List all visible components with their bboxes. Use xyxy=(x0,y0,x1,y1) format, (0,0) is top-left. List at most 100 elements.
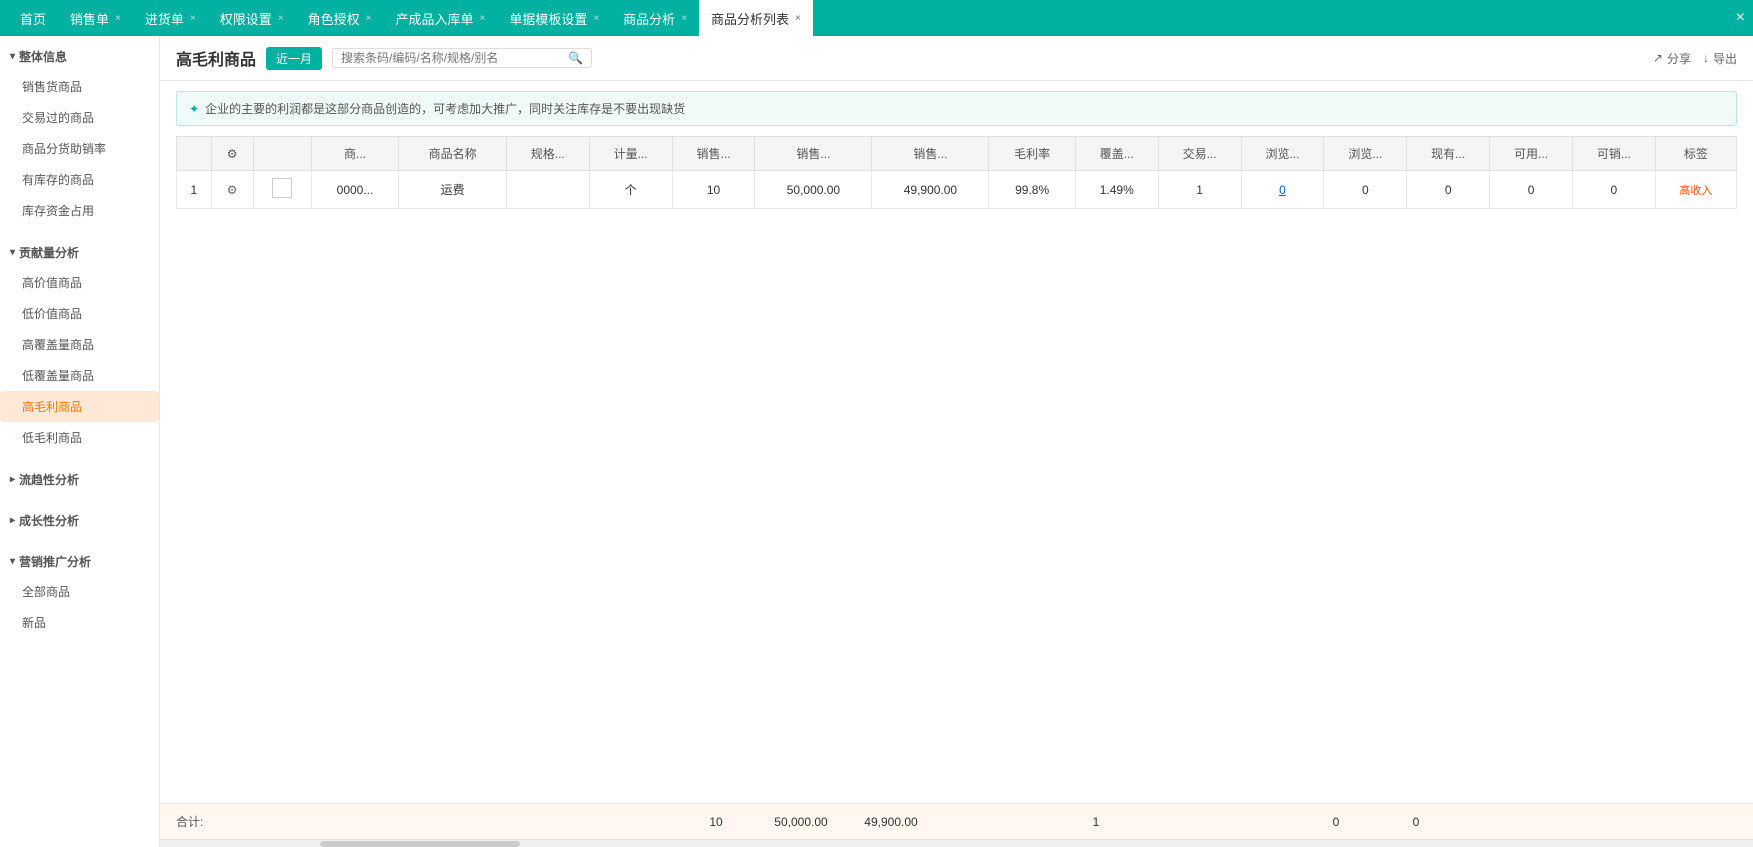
col-sort-name[interactable]: 商品名称 xyxy=(429,145,477,162)
cell-sales_qty: 10 xyxy=(672,171,755,209)
share-button[interactable]: ↗ 分享 xyxy=(1653,50,1691,67)
col-sort-browse1[interactable]: 浏览... xyxy=(1265,145,1299,162)
row-checkbox[interactable] xyxy=(272,178,292,198)
header-actions: ↗ 分享 ↓ 导出 xyxy=(1653,50,1737,67)
nav-tab-进货单[interactable]: 进货单× xyxy=(133,0,208,36)
footer-cells: 10 50,000.00 49,900.00 1 0 0 xyxy=(256,815,1737,829)
col-sort-sales_profit[interactable]: 销售... xyxy=(913,145,947,162)
nav-tab-close-商品分析列表[interactable]: × xyxy=(795,13,801,24)
nav-tab-单据模板设置[interactable]: 单据模板设置× xyxy=(497,0,611,36)
sidebar-item-低毛利商品[interactable]: 低毛利商品 xyxy=(0,422,159,453)
col-sort-coverage[interactable]: 覆盖... xyxy=(1100,145,1134,162)
bottom-scrollbar[interactable] xyxy=(160,839,1753,847)
sidebar-group-成长性分析: ▸成长性分析 xyxy=(0,500,159,541)
cell-unit: 个 xyxy=(589,171,672,209)
cell-settings[interactable]: ⚙ xyxy=(211,171,253,209)
sidebar-group-label: 营销推广分析 xyxy=(19,553,91,570)
col-sort-code[interactable]: 商... xyxy=(344,145,366,162)
sidebar-group-整体信息: ▾整体信息销售货商品交易过的商品商品分货助销率有库存的商品库存资金占用 xyxy=(0,36,159,232)
col-header-unit: 计量... xyxy=(589,137,672,171)
col-header-sales_amount: 销售... xyxy=(755,137,872,171)
nav-tab-close-销售单[interactable]: × xyxy=(115,13,121,24)
total-label: 合计: xyxy=(176,813,256,830)
search-input[interactable] xyxy=(341,51,568,65)
chevron-right-icon: ▸ xyxy=(10,474,15,485)
footer-trade: 1 xyxy=(1056,815,1136,829)
search-icon[interactable]: 🔍 xyxy=(568,51,583,65)
table-container: ⚙ 商... 商品名称 规格... 计量... 销售... 销售... 销售... 毛利率 覆盖.… xyxy=(176,136,1737,803)
sidebar-group-header-成长性分析[interactable]: ▸成长性分析 xyxy=(0,506,159,535)
sidebar-group-header-流趋性分析[interactable]: ▸流趋性分析 xyxy=(0,465,159,494)
col-header-spec: 规格... xyxy=(506,137,589,171)
sidebar-item-低覆盖量商品[interactable]: 低覆盖量商品 xyxy=(0,360,159,391)
nav-tab-close-单据模板设置[interactable]: × xyxy=(593,13,599,24)
nav-tab-商品分析[interactable]: 商品分析× xyxy=(611,0,699,36)
col-seq xyxy=(177,137,212,171)
sidebar-item-销售货商品[interactable]: 销售货商品 xyxy=(0,71,159,102)
col-sort-trade[interactable]: 交易... xyxy=(1183,145,1217,162)
top-nav: 首页销售单×进货单×权限设置×角色授权×产成品入库单×单据模板设置×商品分析×商… xyxy=(0,0,1753,36)
col-sort-spec[interactable]: 规格... xyxy=(531,145,565,162)
export-button[interactable]: ↓ 导出 xyxy=(1703,50,1737,67)
col-sort-sales_qty[interactable]: 销售... xyxy=(696,145,730,162)
sidebar-group-流趋性分析: ▸流趋性分析 xyxy=(0,459,159,500)
col-header-checkbox xyxy=(253,137,311,171)
col-sort-saleable_stock[interactable]: 可销... xyxy=(1597,145,1631,162)
col-sort-tag[interactable]: 标签 xyxy=(1684,145,1708,162)
cell-tag[interactable]: 高收入 xyxy=(1655,171,1736,209)
nav-tab-首页[interactable]: 首页 xyxy=(8,0,58,36)
cell-spec xyxy=(506,171,589,209)
col-sort-current_stock[interactable]: 现有... xyxy=(1431,145,1465,162)
col-header-settings[interactable]: ⚙ xyxy=(211,137,253,171)
period-button[interactable]: 近一月 xyxy=(266,47,322,70)
col-header-browse1: 浏览... xyxy=(1241,137,1324,171)
sidebar-item-全部商品[interactable]: 全部商品 xyxy=(0,576,159,607)
nav-tab-销售单[interactable]: 销售单× xyxy=(58,0,133,36)
sidebar-item-高覆盖量商品[interactable]: 高覆盖量商品 xyxy=(0,329,159,360)
content-header: 高毛利商品 近一月 🔍 ↗ 分享 ↓ 导出 xyxy=(160,36,1753,81)
settings-icon[interactable]: ⚙ xyxy=(227,183,238,197)
col-header-trade: 交易... xyxy=(1158,137,1241,171)
footer-sales-profit: 49,900.00 xyxy=(846,815,936,829)
col-sort-settings[interactable]: ⚙ xyxy=(227,147,238,161)
col-sort-gross_rate[interactable]: 毛利率 xyxy=(1014,145,1050,162)
sidebar-item-低价值商品[interactable]: 低价值商品 xyxy=(0,298,159,329)
sidebar-item-高价值商品[interactable]: 高价值商品 xyxy=(0,267,159,298)
nav-tab-产成品入库单[interactable]: 产成品入库单× xyxy=(383,0,497,36)
browse-link[interactable]: 0 xyxy=(1279,183,1286,197)
cell-checkbox[interactable] xyxy=(253,171,311,209)
nav-tab-close-产成品入库单[interactable]: × xyxy=(479,13,485,24)
info-icon: ✦ xyxy=(189,102,199,116)
data-table: ⚙ 商... 商品名称 规格... 计量... 销售... 销售... 销售... 毛利率 覆盖.… xyxy=(176,136,1737,209)
sidebar-group-label: 成长性分析 xyxy=(19,512,79,529)
nav-tab-close-角色授权[interactable]: × xyxy=(366,13,372,24)
sidebar-item-高毛利商品[interactable]: 高毛利商品 xyxy=(0,391,159,422)
sidebar-group-header-整体信息[interactable]: ▾整体信息 xyxy=(0,42,159,71)
col-sort-sales_amount[interactable]: 销售... xyxy=(796,145,830,162)
cell-browse1[interactable]: 0 xyxy=(1241,171,1324,209)
col-sort-unit[interactable]: 计量... xyxy=(614,145,648,162)
nav-tab-close-商品分析[interactable]: × xyxy=(681,13,687,24)
sidebar-item-库存资金占用[interactable]: 库存资金占用 xyxy=(0,195,159,226)
sidebar-group-header-营销推广分析[interactable]: ▾营销推广分析 xyxy=(0,547,159,576)
close-all-tabs[interactable]: × xyxy=(1736,9,1745,27)
info-text: 企业的主要的利润都是这部分商品创造的，可考虑加大推广，同时关注库存是不要出现缺货 xyxy=(205,100,685,117)
sidebar-item-新品[interactable]: 新品 xyxy=(0,607,159,638)
cell-trade: 1 xyxy=(1158,171,1241,209)
sidebar-group-header-贡献量分析[interactable]: ▾贡献量分析 xyxy=(0,238,159,267)
cell-browse2: 0 xyxy=(1324,171,1407,209)
nav-tab-close-进货单[interactable]: × xyxy=(190,13,196,24)
col-sort-browse2[interactable]: 浏览... xyxy=(1348,145,1382,162)
nav-tab-商品分析列表[interactable]: 商品分析列表× xyxy=(699,0,813,36)
sidebar-item-交易过的商品[interactable]: 交易过的商品 xyxy=(0,102,159,133)
sidebar-item-有库存的商品[interactable]: 有库存的商品 xyxy=(0,164,159,195)
nav-tab-权限设置[interactable]: 权限设置× xyxy=(208,0,296,36)
col-sort-available_stock[interactable]: 可用... xyxy=(1514,145,1548,162)
nav-tab-close-权限设置[interactable]: × xyxy=(278,13,284,24)
content-area: 高毛利商品 近一月 🔍 ↗ 分享 ↓ 导出 ✦ 企业的主要的利润都是这部分商品创… xyxy=(160,36,1753,847)
sidebar-collapse-btn[interactable]: « xyxy=(159,422,160,462)
nav-tab-角色授权[interactable]: 角色授权× xyxy=(296,0,384,36)
page-title: 高毛利商品 xyxy=(176,46,256,70)
sidebar-item-商品分货助销率[interactable]: 商品分货助销率 xyxy=(0,133,159,164)
scrollbar-thumb xyxy=(320,841,520,847)
